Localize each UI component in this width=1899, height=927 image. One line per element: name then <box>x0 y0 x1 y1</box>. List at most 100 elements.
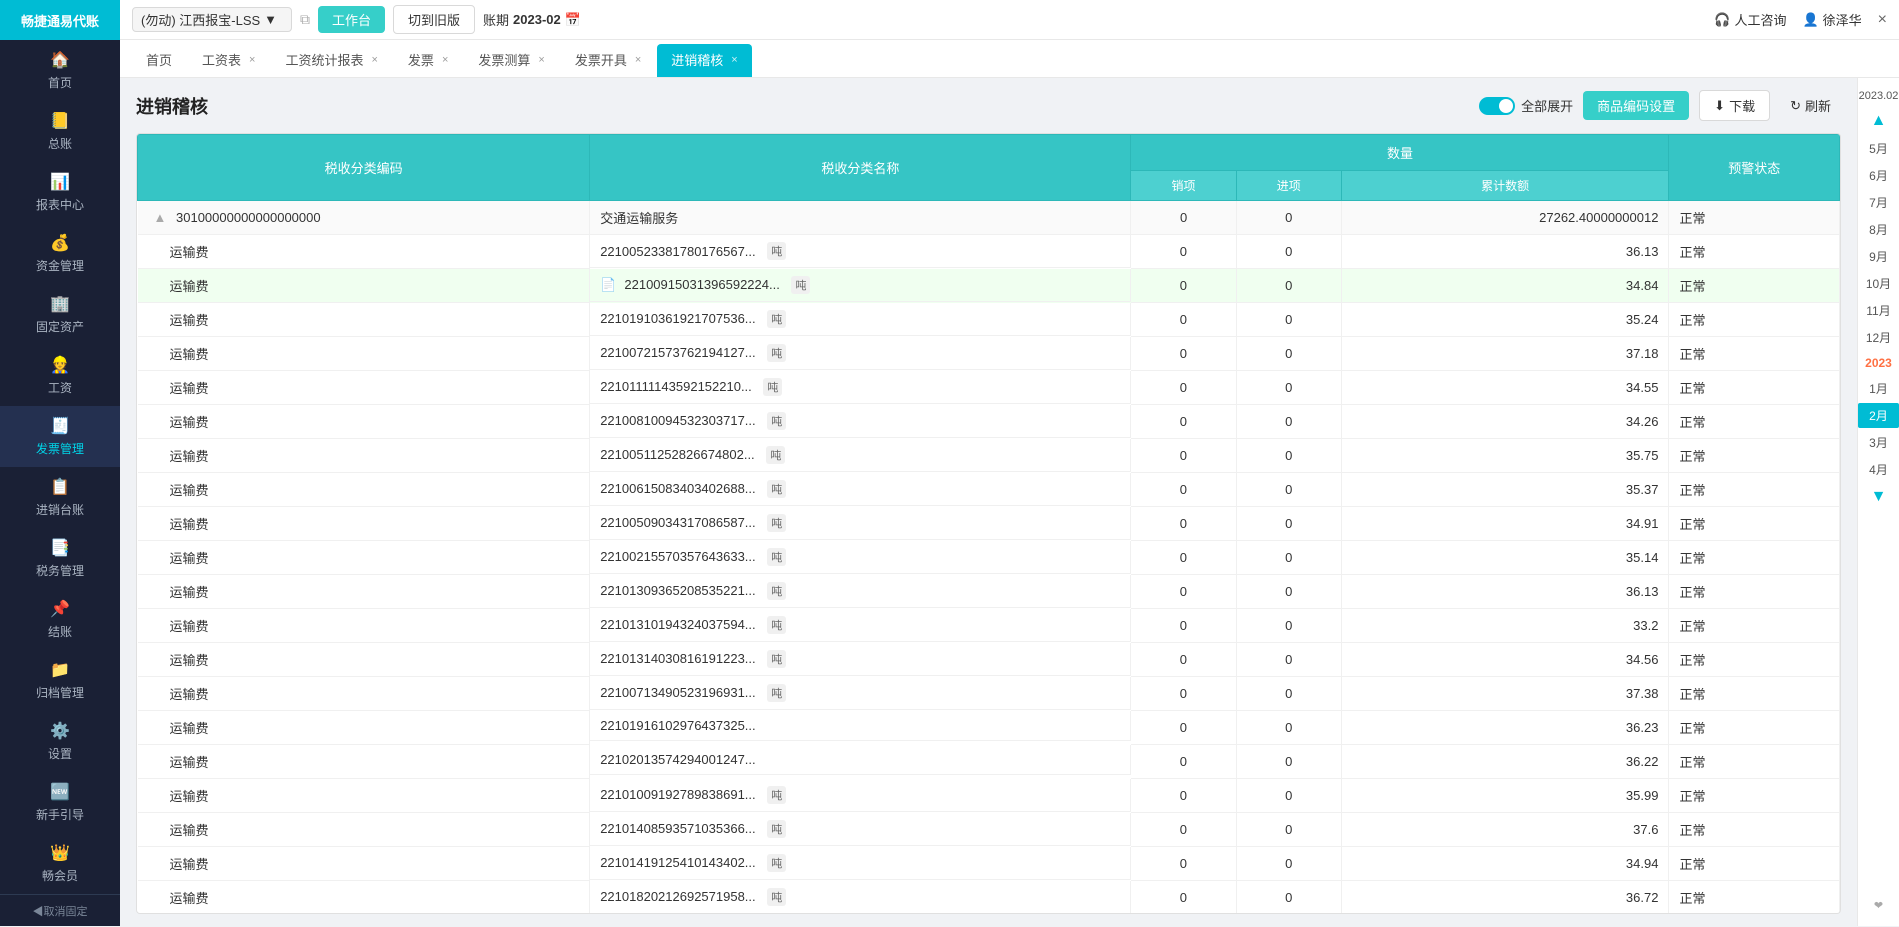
table-row[interactable]: 运输费 22101009192789838691... 吨 0 0 35.99 … <box>138 779 1840 813</box>
table-row[interactable]: 运输费 22101408593571035366... 吨 0 0 37.6 正… <box>138 813 1840 847</box>
status-cell: 正常 <box>1669 541 1840 575</box>
table-row[interactable]: 运输费 22101820212692571958... 吨 0 0 36.72 … <box>138 881 1840 915</box>
tab-close-icon[interactable]: × <box>635 54 641 66</box>
tab-payroll[interactable]: 工资表 × <box>188 44 269 77</box>
tab-close-icon[interactable]: × <box>442 54 448 66</box>
sidebar-item-assets[interactable]: 🏢 固定资产 <box>0 284 120 345</box>
table-row[interactable]: 运输费 22100713490523196931... 吨 0 0 37.38 … <box>138 677 1840 711</box>
table-row[interactable]: 运输费 22100509034317086587... 吨 0 0 34.91 … <box>138 507 1840 541</box>
settings-button[interactable]: 商品编码设置 <box>1583 91 1689 120</box>
table-row[interactable]: ▲ 30100000000000000000 交通运输服务 0 0 27262.… <box>138 201 1840 235</box>
table-row[interactable]: 运输费 22101111143592152210... 吨 0 0 34.55 … <box>138 371 1840 405</box>
sidebar-item-label: 畅会员 <box>42 867 78 884</box>
purchase-cell: 0 <box>1236 745 1341 779</box>
tab-close-icon[interactable]: × <box>538 54 544 66</box>
status-cell: 正常 <box>1669 371 1840 405</box>
month-3[interactable]: 3月 <box>1858 430 1899 455</box>
month-9[interactable]: 9月 <box>1858 244 1899 269</box>
table-row[interactable]: 运输费 22100215570357643633... 吨 0 0 35.14 … <box>138 541 1840 575</box>
topbar-close-button[interactable]: × <box>1878 11 1887 29</box>
col-sales-header: 销项 <box>1131 171 1236 201</box>
month-2-active[interactable]: 2月 <box>1858 403 1899 428</box>
month-11[interactable]: 11月 <box>1858 298 1899 323</box>
user-avatar[interactable]: 👤 徐泽华 <box>1802 10 1861 29</box>
table-row[interactable]: 运输费 22100523381780176567... 吨 0 0 36.13 … <box>138 235 1840 269</box>
tab-close-icon[interactable]: × <box>249 54 255 66</box>
sidebar-item-home[interactable]: 🏠 首页 <box>0 40 120 101</box>
sidebar-item-invoice[interactable]: 🧾 发票管理 <box>0 406 120 467</box>
sidebar-item-salary[interactable]: 👷 工资 <box>0 345 120 406</box>
company-selector[interactable]: (勿动) 江西报宝-LSS ▼ <box>132 7 292 32</box>
workspace-button[interactable]: 工作台 <box>318 6 385 33</box>
download-button[interactable]: ⬇ 下载 <box>1699 90 1770 121</box>
table-row[interactable]: 运输费 📄22100915031396592224... 吨 0 0 34.84… <box>138 269 1840 303</box>
month-12[interactable]: 12月 <box>1858 325 1899 350</box>
table-row[interactable]: 运输费 22100721573762194127... 吨 0 0 37.18 … <box>138 337 1840 371</box>
month-10[interactable]: 10月 <box>1858 271 1899 296</box>
month-7[interactable]: 7月 <box>1858 190 1899 215</box>
close-account-icon: 📌 <box>50 599 70 619</box>
cumulative-cell: 34.84 <box>1341 269 1669 303</box>
tab-invoice[interactable]: 发票 × <box>394 44 462 77</box>
table-row[interactable]: 运输费 22101310194324037594... 吨 0 0 33.2 正… <box>138 609 1840 643</box>
status-cell: 正常 <box>1669 201 1840 235</box>
month-1[interactable]: 1月 <box>1858 376 1899 401</box>
tab-home[interactable]: 首页 <box>132 44 186 77</box>
sales-cell: 0 <box>1131 439 1236 473</box>
tax-name-cell: 22101111143592152210... 吨 <box>590 371 1131 404</box>
sidebar-item-finance[interactable]: 💰 资金管理 <box>0 223 120 284</box>
sidebar-item-reports[interactable]: 📊 报表中心 <box>0 162 120 223</box>
tab-purchase-sales[interactable]: 进销稽核 × <box>657 44 751 77</box>
month-5[interactable]: 5月 <box>1858 136 1899 161</box>
table-row[interactable]: 运输费 22101910361921707536... 吨 0 0 35.24 … <box>138 303 1840 337</box>
table-row[interactable]: 运输费 22100511252826674802... 吨 0 0 35.75 … <box>138 439 1840 473</box>
refresh-button[interactable]: ↻ 刷新 <box>1780 91 1841 120</box>
month-8[interactable]: 8月 <box>1858 217 1899 242</box>
tab-close-icon[interactable]: × <box>731 54 737 66</box>
sidebar-item-close[interactable]: 📌 结账 <box>0 589 120 650</box>
switch-version-button[interactable]: 切到旧版 <box>393 5 475 34</box>
sidebar-unpin[interactable]: ◀取消固定 <box>0 894 120 927</box>
calendar-icon[interactable]: 📅 <box>565 12 581 28</box>
status-cell: 正常 <box>1669 677 1840 711</box>
tax-code-cell: 运输费 <box>138 609 590 643</box>
scroll-down-icon[interactable]: ▼ <box>1867 484 1891 510</box>
purchase-cell: 0 <box>1236 337 1341 371</box>
expand-toggle[interactable]: 全部展开 <box>1479 96 1573 115</box>
month-6[interactable]: 6月 <box>1858 163 1899 188</box>
support-link[interactable]: 🎧 人工咨询 <box>1714 10 1786 29</box>
tax-code-cell: 运输费 <box>138 779 590 813</box>
table-row[interactable]: 运输费 22100810094532303717... 吨 0 0 34.26 … <box>138 405 1840 439</box>
copy-icon[interactable]: ⧉ <box>300 11 310 28</box>
table-row[interactable]: 运输费 22101916102976437325... 0 0 36.23 正常 <box>138 711 1840 745</box>
sidebar-item-tax[interactable]: 📑 税务管理 <box>0 528 120 589</box>
sales-cell: 0 <box>1131 371 1236 405</box>
sales-cell: 0 <box>1131 779 1236 813</box>
period-value: 2023-02 <box>513 12 561 27</box>
header-actions: 全部展开 商品编码设置 ⬇ 下载 ↻ 刷新 <box>1479 90 1841 121</box>
tab-close-icon[interactable]: × <box>371 54 377 66</box>
sidebar-item-guide[interactable]: 🆕 新手引导 <box>0 772 120 833</box>
table-row[interactable]: 运输费 22101314030816191223... 吨 0 0 34.56 … <box>138 643 1840 677</box>
table-row[interactable]: 运输费 22102013574294001247... 0 0 36.22 正常 <box>138 745 1840 779</box>
unit-tag: 吨 <box>767 548 786 566</box>
sidebar-item-archive[interactable]: 📁 归档管理 <box>0 650 120 711</box>
table-row[interactable]: 运输费 22100615083403402688... 吨 0 0 35.37 … <box>138 473 1840 507</box>
sidebar-item-ledger[interactable]: 📒 总账 <box>0 101 120 162</box>
sidebar-item-settings[interactable]: ⚙️ 设置 <box>0 711 120 772</box>
sidebar-item-inout[interactable]: 📋 进销台账 <box>0 467 120 528</box>
reports-icon: 📊 <box>50 172 70 192</box>
tax-code-cell: ▲ 30100000000000000000 <box>138 201 590 235</box>
tab-payroll-stats[interactable]: 工资统计报表 × <box>271 44 391 77</box>
table-row[interactable]: 运输费 22101419125410143402... 吨 0 0 34.94 … <box>138 847 1840 881</box>
table-row[interactable]: 运输费 22101309365208535221... 吨 0 0 36.13 … <box>138 575 1840 609</box>
panel-toggle-icon[interactable]: ❤ <box>1874 893 1883 918</box>
scroll-up-icon[interactable]: ▲ <box>1867 108 1891 134</box>
tab-invoice-calc[interactable]: 发票测算 × <box>464 44 558 77</box>
month-4[interactable]: 4月 <box>1858 457 1899 482</box>
tab-invoice-issue[interactable]: 发票开具 × <box>561 44 655 77</box>
toggle-track[interactable] <box>1479 97 1515 115</box>
status-cell: 正常 <box>1669 575 1840 609</box>
expand-icon[interactable]: ▲ <box>154 210 167 225</box>
sidebar-item-vip[interactable]: 👑 畅会员 <box>0 833 120 894</box>
